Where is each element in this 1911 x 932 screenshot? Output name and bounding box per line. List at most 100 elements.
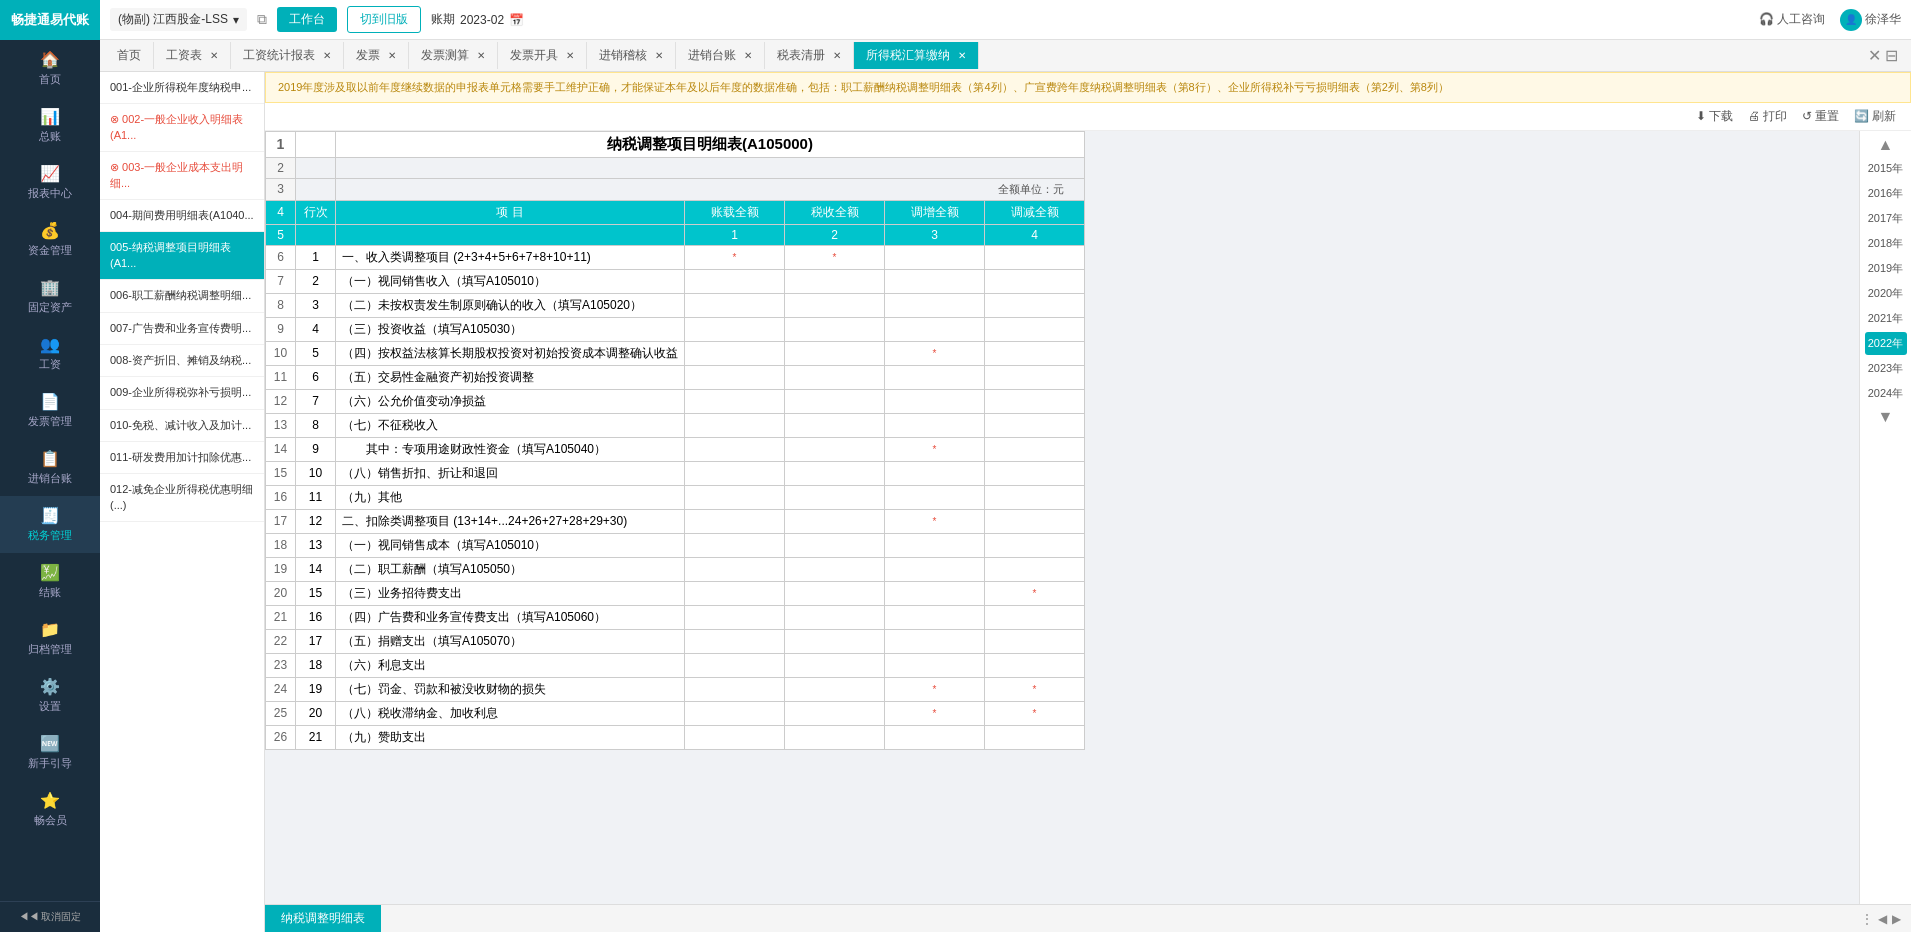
year-2019[interactable]: 2019年 (1865, 257, 1907, 280)
assets-icon: 🏢 (40, 278, 60, 297)
left-item-008[interactable]: 008-资产折旧、摊销及纳税... (100, 345, 264, 377)
print-button[interactable]: 🖨 打印 (1748, 108, 1787, 125)
table-area: 1 纳税调整项目明细表(A105000) 2 3 (265, 131, 1911, 905)
left-item-012[interactable]: 012-减免企业所得税优惠明细(...) (100, 474, 264, 522)
sidebar-item-closing[interactable]: 💹 结账 (0, 553, 100, 610)
tab-payroll[interactable]: 工资表✕ (154, 42, 231, 69)
sidebar-item-funds[interactable]: 💰 资金管理 (0, 211, 100, 268)
switch-button[interactable]: 切到旧版 (347, 6, 421, 33)
tab-purchase-check[interactable]: 进销稽核✕ (587, 42, 676, 69)
sidebar-item-settings[interactable]: ⚙️ 设置 (0, 667, 100, 724)
table-row: 25 20 （八）税收滞纳金、加收利息 * * (266, 701, 1085, 725)
table-row: 21 16 （四）广告费和业务宣传费支出（填写A105060） (266, 605, 1085, 629)
tab-close-income-tax[interactable]: ✕ (958, 50, 966, 61)
tab-close-payroll-report[interactable]: ✕ (323, 50, 331, 61)
scroll-right-icon[interactable]: ▶ (1892, 912, 1901, 926)
avatar-icon: 👤 (1840, 9, 1862, 31)
unit-text: 全额单位：元 (336, 178, 1085, 200)
scroll-left-icon[interactable]: ◀ (1878, 912, 1887, 926)
table-unit-row: 3 全额单位：元 (266, 178, 1085, 200)
year-2024[interactable]: 2024年 (1865, 382, 1907, 405)
invoice-icon: 📄 (40, 392, 60, 411)
left-item-006[interactable]: 006-职工薪酬纳税调整明细... (100, 280, 264, 312)
year-2018[interactable]: 2018年 (1865, 232, 1907, 255)
calendar-icon[interactable]: 📅 (509, 13, 524, 27)
col-header-item: 项 目 (336, 200, 685, 224)
workspace-button[interactable]: 工作台 (277, 7, 337, 32)
year-2015[interactable]: 2015年 (1865, 157, 1907, 180)
year-panel: ▲ 2015年 2016年 2017年 2018年 2019年 2020年 20… (1859, 131, 1911, 905)
reset-button[interactable]: ↺ 重置 (1802, 108, 1839, 125)
year-2022[interactable]: 2022年 (1865, 332, 1907, 355)
left-item-011[interactable]: 011-研发费用加计扣除优惠... (100, 442, 264, 474)
year-2017[interactable]: 2017年 (1865, 207, 1907, 230)
sidebar-item-payroll[interactable]: 👥 工资 (0, 325, 100, 382)
tab-close-tax-list[interactable]: ✕ (833, 50, 841, 61)
sidebar-item-purchase-sales[interactable]: 📋 进销台账 (0, 439, 100, 496)
year-2016[interactable]: 2016年 (1865, 182, 1907, 205)
notice-bar: 2019年度涉及取以前年度继续数据的申报表单元格需要手工维护正确，才能保证本年及… (265, 72, 1911, 103)
tab-income-tax[interactable]: 所得税汇算缴纳✕ (854, 42, 979, 69)
table-row: 24 19 （七）罚金、罚款和被没收财物的损失 * * (266, 677, 1085, 701)
tax-icon: 🧾 (40, 506, 60, 525)
company-selector[interactable]: (物副) 江西股金-LSS ▾ (110, 8, 247, 31)
sidebar-item-ledger[interactable]: 📊 总账 (0, 97, 100, 154)
sidebar-item-assets[interactable]: 🏢 固定资产 (0, 268, 100, 325)
left-item-010[interactable]: 010-免税、减计收入及加计... (100, 410, 264, 442)
sidebar-item-member[interactable]: ⭐ 畅会员 (0, 781, 100, 838)
header-rownum: 4 (266, 200, 296, 224)
sidebar-item-home[interactable]: 🏠 首页 (0, 40, 100, 97)
year-nav-down[interactable]: ▼ (1876, 406, 1896, 428)
tab-close-payroll[interactable]: ✕ (210, 50, 218, 61)
bottom-tab-label[interactable]: 纳税调整明细表 (265, 905, 381, 932)
pin-button[interactable]: ◀◀ 取消固定 (0, 901, 100, 932)
tab-close-invoice-calc[interactable]: ✕ (477, 50, 485, 61)
copy-icon[interactable]: ⧉ (257, 11, 267, 28)
tab-close-purchase-check[interactable]: ✕ (655, 50, 663, 61)
guide-icon: 🆕 (40, 734, 60, 753)
tab-invoice-calc[interactable]: 发票测算✕ (409, 42, 498, 69)
year-nav-up[interactable]: ▲ (1876, 134, 1896, 156)
home-icon: 🏠 (40, 50, 60, 69)
tab-purchase-ledger[interactable]: 进销台账✕ (676, 42, 765, 69)
table-row: 12 7 （六）公允价值变动净损益 (266, 389, 1085, 413)
sidebar-item-guide[interactable]: 🆕 新手引导 (0, 724, 100, 781)
year-2020[interactable]: 2020年 (1865, 282, 1907, 305)
refresh-button[interactable]: 🔄 刷新 (1854, 108, 1896, 125)
year-2023[interactable]: 2023年 (1865, 357, 1907, 380)
table-scroll[interactable]: 1 纳税调整项目明细表(A105000) 2 3 (265, 131, 1859, 905)
sidebar-item-reports[interactable]: 📈 报表中心 (0, 154, 100, 211)
tab-tax-list[interactable]: 税表清册✕ (765, 42, 854, 69)
tab-payroll-report[interactable]: 工资统计报表✕ (231, 42, 344, 69)
table-row: 9 4 （三）投资收益（填写A105030） (266, 317, 1085, 341)
left-item-005[interactable]: 005-纳税调整项目明细表(A1... (100, 232, 264, 280)
left-item-007[interactable]: 007-广告费和业务宣传费明... (100, 313, 264, 345)
download-button[interactable]: ⬇ 下载 (1696, 108, 1733, 125)
close-all-tabs[interactable]: ✕ ⊟ (1860, 46, 1906, 65)
table-header-row: 4 行次 项 目 账载全额 税收全额 调增全额 调减全额 (266, 200, 1085, 224)
user-avatar[interactable]: 👤 徐泽华 (1840, 9, 1901, 31)
left-item-003[interactable]: ⊗ 003-一般企业成本支出明细... (100, 152, 264, 200)
sidebar-item-tax[interactable]: 🧾 税务管理 (0, 496, 100, 553)
ledger-icon: 📊 (40, 107, 60, 126)
tab-close-purchase-ledger[interactable]: ✕ (744, 50, 752, 61)
tab-home[interactable]: 首页 (105, 42, 154, 69)
tab-close-invoice-issue[interactable]: ✕ (566, 50, 574, 61)
tab-invoice-issue[interactable]: 发票开具✕ (498, 42, 587, 69)
refresh-icon: 🔄 (1854, 109, 1869, 123)
year-2021[interactable]: 2021年 (1865, 307, 1907, 330)
table-subheader-row: 5 1 2 3 4 (266, 224, 1085, 245)
left-item-009[interactable]: 009-企业所得税弥补亏损明... (100, 377, 264, 409)
left-item-001[interactable]: 001-企业所得税年度纳税申... (100, 72, 264, 104)
left-item-004[interactable]: 004-期间费用明细表(A1040... (100, 200, 264, 232)
left-item-002[interactable]: ⊗ 002-一般企业收入明细表(A1... (100, 104, 264, 152)
company-dropdown-icon[interactable]: ▾ (233, 13, 239, 27)
tab-invoice[interactable]: 发票✕ (344, 42, 409, 69)
sidebar-item-invoice[interactable]: 📄 发票管理 (0, 382, 100, 439)
tab-close-invoice[interactable]: ✕ (388, 50, 396, 61)
sidebar-item-archive[interactable]: 📁 归档管理 (0, 610, 100, 667)
company-name: (物副) 江西股金-LSS (118, 11, 228, 28)
table-row: 17 12 二、扣除类调整项目 (13+14+...24+26+27+28+29… (266, 509, 1085, 533)
subheader-c1: 1 (685, 224, 785, 245)
consultant-button[interactable]: 🎧 人工咨询 (1759, 11, 1825, 28)
